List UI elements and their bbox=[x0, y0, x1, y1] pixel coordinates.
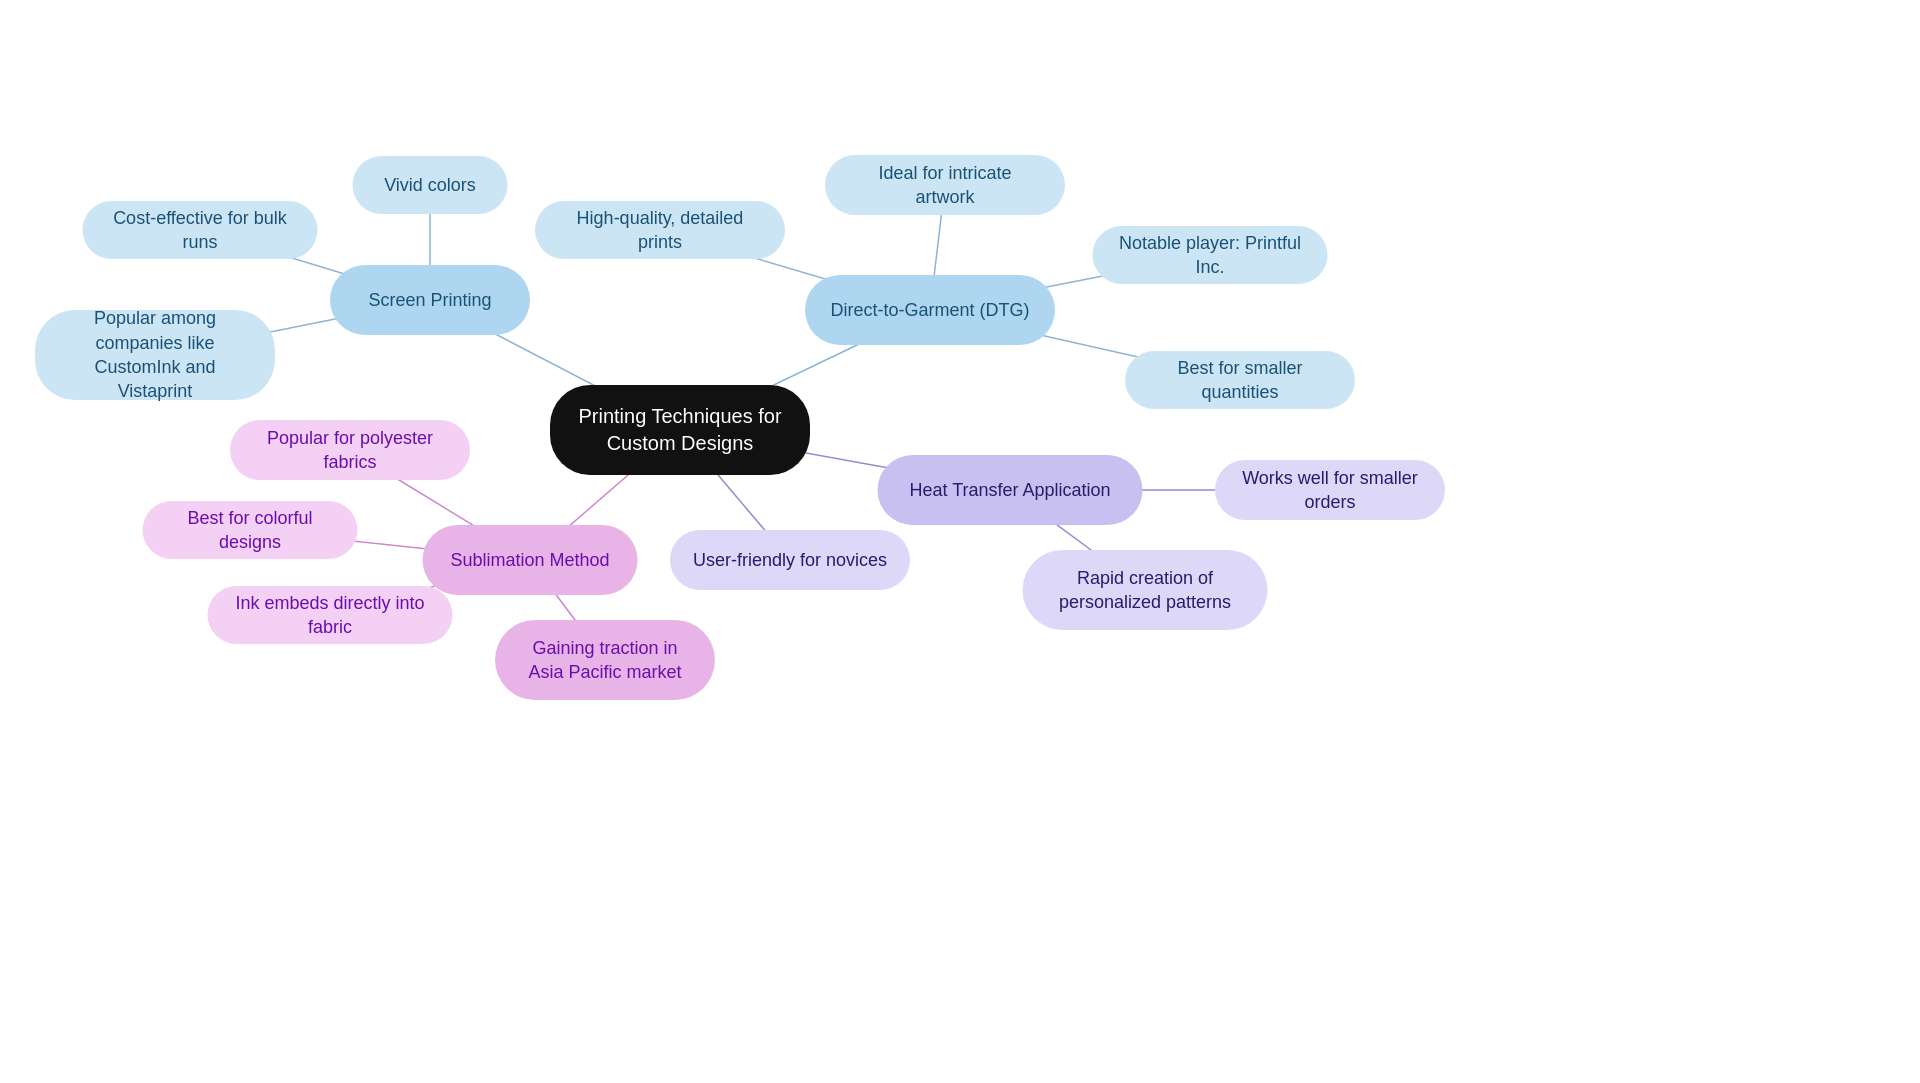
node-popular-companies: Popular among companies like CustomInk a… bbox=[35, 310, 275, 400]
node-user-friendly: User-friendly for novices bbox=[670, 530, 910, 590]
node-high-quality: High-quality, detailed prints bbox=[535, 201, 785, 259]
node-ink-embeds: Ink embeds directly into fabric bbox=[208, 586, 453, 644]
node-best-colorful: Best for colorful designs bbox=[143, 501, 358, 559]
node-gaining-traction: Gaining traction in Asia Pacific market bbox=[495, 620, 715, 700]
mind-map: Printing Techniques for Custom Designs Sc… bbox=[0, 0, 1920, 1083]
node-heat-transfer: Heat Transfer Application bbox=[878, 455, 1143, 525]
node-ideal-intricate: Ideal for intricate artwork bbox=[825, 155, 1065, 215]
center-node: Printing Techniques for Custom Designs bbox=[550, 385, 810, 475]
node-notable-player: Notable player: Printful Inc. bbox=[1093, 226, 1328, 284]
node-rapid-creation: Rapid creation of personalized patterns bbox=[1023, 550, 1268, 630]
node-popular-polyester: Popular for polyester fabrics bbox=[230, 420, 470, 480]
node-cost-effective: Cost-effective for bulk runs bbox=[83, 201, 318, 259]
node-screen-printing: Screen Printing bbox=[330, 265, 530, 335]
node-vivid-colors: Vivid colors bbox=[353, 156, 508, 214]
node-works-well: Works well for smaller orders bbox=[1215, 460, 1445, 520]
node-sublimation: Sublimation Method bbox=[423, 525, 638, 595]
node-best-smaller-quantities: Best for smaller quantities bbox=[1125, 351, 1355, 409]
node-dtg: Direct-to-Garment (DTG) bbox=[805, 275, 1055, 345]
